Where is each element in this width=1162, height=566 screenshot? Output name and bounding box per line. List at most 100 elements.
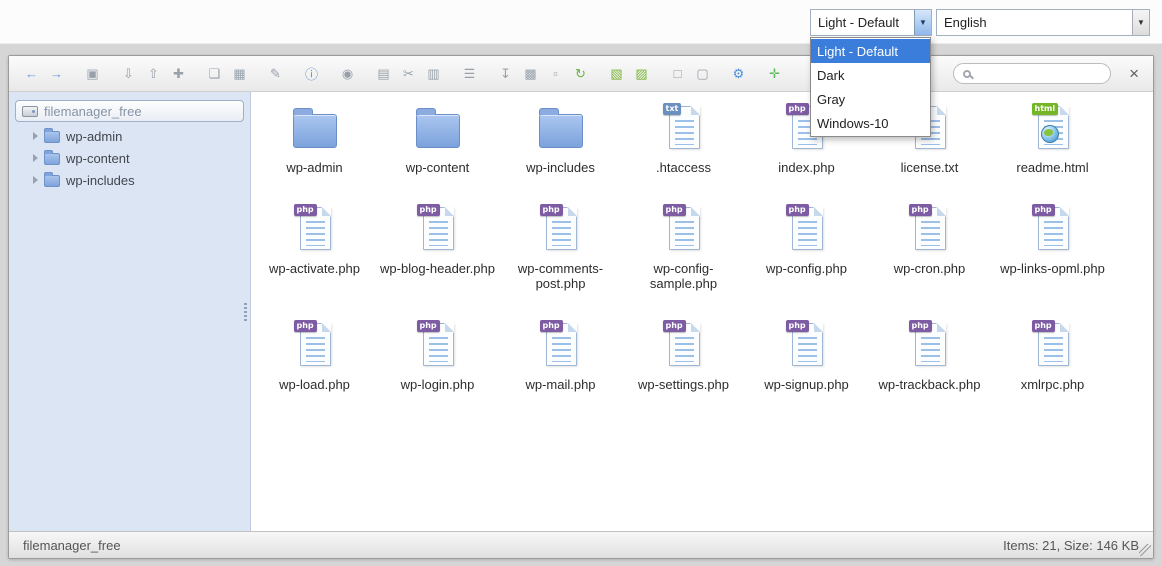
settings-icon[interactable]: ⚙ [727,62,750,85]
file-item[interactable]: phpwp-links-opml.php [991,205,1114,291]
text-lines [798,337,817,362]
refresh-icon[interactable]: ↻ [569,62,592,85]
file-item[interactable]: phpwp-load.php [253,321,376,392]
open-icon[interactable]: ❏ [203,62,226,85]
file-item[interactable]: phpwp-signup.php [745,321,868,392]
filetype-badge: php [663,320,686,332]
resize-grip-icon[interactable] [1139,544,1151,556]
image-edit-icon[interactable]: ▨ [630,62,653,85]
theme-option[interactable]: Light - Default [811,39,930,63]
file-item[interactable]: txt.htaccess [622,104,745,175]
back-icon[interactable]: ← [20,62,43,85]
filetype-badge: php [786,320,809,332]
image-icon[interactable]: ▧ [605,62,628,85]
caret-right-icon[interactable] [33,176,38,184]
rename-icon[interactable]: ✎ [264,62,287,85]
file-icon: php [905,321,955,369]
file-item[interactable]: wp-includes [499,104,622,175]
file-item[interactable]: phpwp-cron.php [868,205,991,291]
status-items-info: Items: 21, Size: 146 KB [1003,538,1139,553]
toolbar-separator [593,73,604,74]
chevron-down-icon[interactable]: ▼ [1132,10,1149,35]
text-lines [921,337,940,362]
toolbar: ←→ ▣ ⇩⇧✚ ❏▦ ✎ ⓘ ◉ ▤✂▥ ☰ ↧▩▫↻ ▧▨ □▢ ⚙ ✛ × [9,56,1153,92]
download-file-icon[interactable]: ⇩ [117,62,140,85]
file-item[interactable]: htmlreadme.html [991,104,1114,175]
toolbar-separator [751,73,762,74]
file-item[interactable]: php wp-mail.php [499,321,622,392]
page-fold-flap [937,323,946,332]
sidebar-item-wp-includes[interactable]: wp-includes [9,169,250,191]
page-fold-flap [568,323,577,332]
folder-icon [413,104,463,152]
preview-icon[interactable]: ◉ [336,62,359,85]
page-fold-flap [445,207,454,216]
toolbar-separator [105,73,116,74]
save-icon[interactable]: ▦ [228,62,251,85]
theme-select[interactable]: Light - Default ▼ [810,9,932,36]
file-item[interactable]: phpwp-trackback.php [868,321,991,392]
select-all-icon[interactable]: ▩ [519,62,542,85]
window-icon[interactable]: □ [666,62,689,85]
sidebar-item-wp-admin[interactable]: wp-admin [9,125,250,147]
file-icon: php [413,205,463,253]
filetype-badge: php [786,103,809,115]
sidebar-item-wp-content[interactable]: wp-content [9,147,250,169]
chevron-down-icon[interactable]: ▼ [914,10,931,35]
close-icon[interactable]: × [1129,65,1139,82]
sidebar-root-label: filemanager_free [44,104,142,119]
text-lines [306,221,325,246]
file-item[interactable]: wp-content [376,104,499,175]
theme-option[interactable]: Dark [811,63,930,87]
select-none-icon[interactable]: ▫ [544,62,567,85]
paste-icon[interactable]: ▥ [422,62,445,85]
desktop-icon[interactable]: ▣ [81,62,104,85]
text-lines [429,337,448,362]
file-item[interactable]: wp-admin [253,104,376,175]
search-icon [963,70,971,78]
file-label: wp-blog-header.php [376,261,499,276]
windows-icon[interactable]: ▢ [691,62,714,85]
theme-option[interactable]: Gray [811,87,930,111]
file-icon: php [905,205,955,253]
file-item[interactable]: phpxmlrpc.php [991,321,1114,392]
file-item[interactable]: phpwp-config.php [745,205,868,291]
file-label: wp-includes [499,160,622,175]
fullscreen-icon[interactable]: ✛ [763,62,786,85]
file-item[interactable]: phpwp-comments-post.php [499,205,622,291]
toolbar-icons: ←→ ▣ ⇩⇧✚ ❏▦ ✎ ⓘ ◉ ▤✂▥ ☰ ↧▩▫↻ ▧▨ □▢ ⚙ ✛ [19,62,787,85]
archive-icon[interactable]: ☰ [458,62,481,85]
language-select[interactable]: English ▼ [936,9,1150,36]
search-box[interactable] [953,63,1111,84]
copy-icon[interactable]: ▤ [372,62,395,85]
sidebar-root-item[interactable]: filemanager_free [15,100,244,122]
info-icon[interactable]: ⓘ [300,62,323,85]
cut-icon[interactable]: ✂ [397,62,420,85]
file-label: wp-comments-post.php [499,261,622,291]
filetype-badge: php [417,320,440,332]
extract-icon[interactable]: ↧ [494,62,517,85]
caret-right-icon[interactable] [33,154,38,162]
filetype-badge: php [417,204,440,216]
file-icon: php [782,205,832,253]
filetype-badge: php [909,204,932,216]
splitter-handle[interactable] [244,303,247,321]
file-item[interactable]: phpwp-settings.php [622,321,745,392]
filetype-badge: html [1032,103,1059,115]
file-item[interactable]: phpwp-config-sample.php [622,205,745,291]
toolbar-separator [482,73,493,74]
file-item[interactable]: phpwp-activate.php [253,205,376,291]
theme-option[interactable]: Windows-10 [811,111,930,135]
new-file-icon[interactable]: ✚ [167,62,190,85]
file-item[interactable]: phpwp-login.php [376,321,499,392]
search-input[interactable] [977,67,1101,81]
file-label: wp-mail.php [499,377,622,392]
text-lines [921,221,940,246]
file-icon: php [536,321,586,369]
toolbar-separator [654,73,665,74]
file-label: wp-content [376,160,499,175]
caret-right-icon[interactable] [33,132,38,140]
forward-icon[interactable]: → [45,62,68,85]
file-item[interactable]: php wp-blog-header.php [376,205,499,291]
upload-file-icon[interactable]: ⇧ [142,62,165,85]
